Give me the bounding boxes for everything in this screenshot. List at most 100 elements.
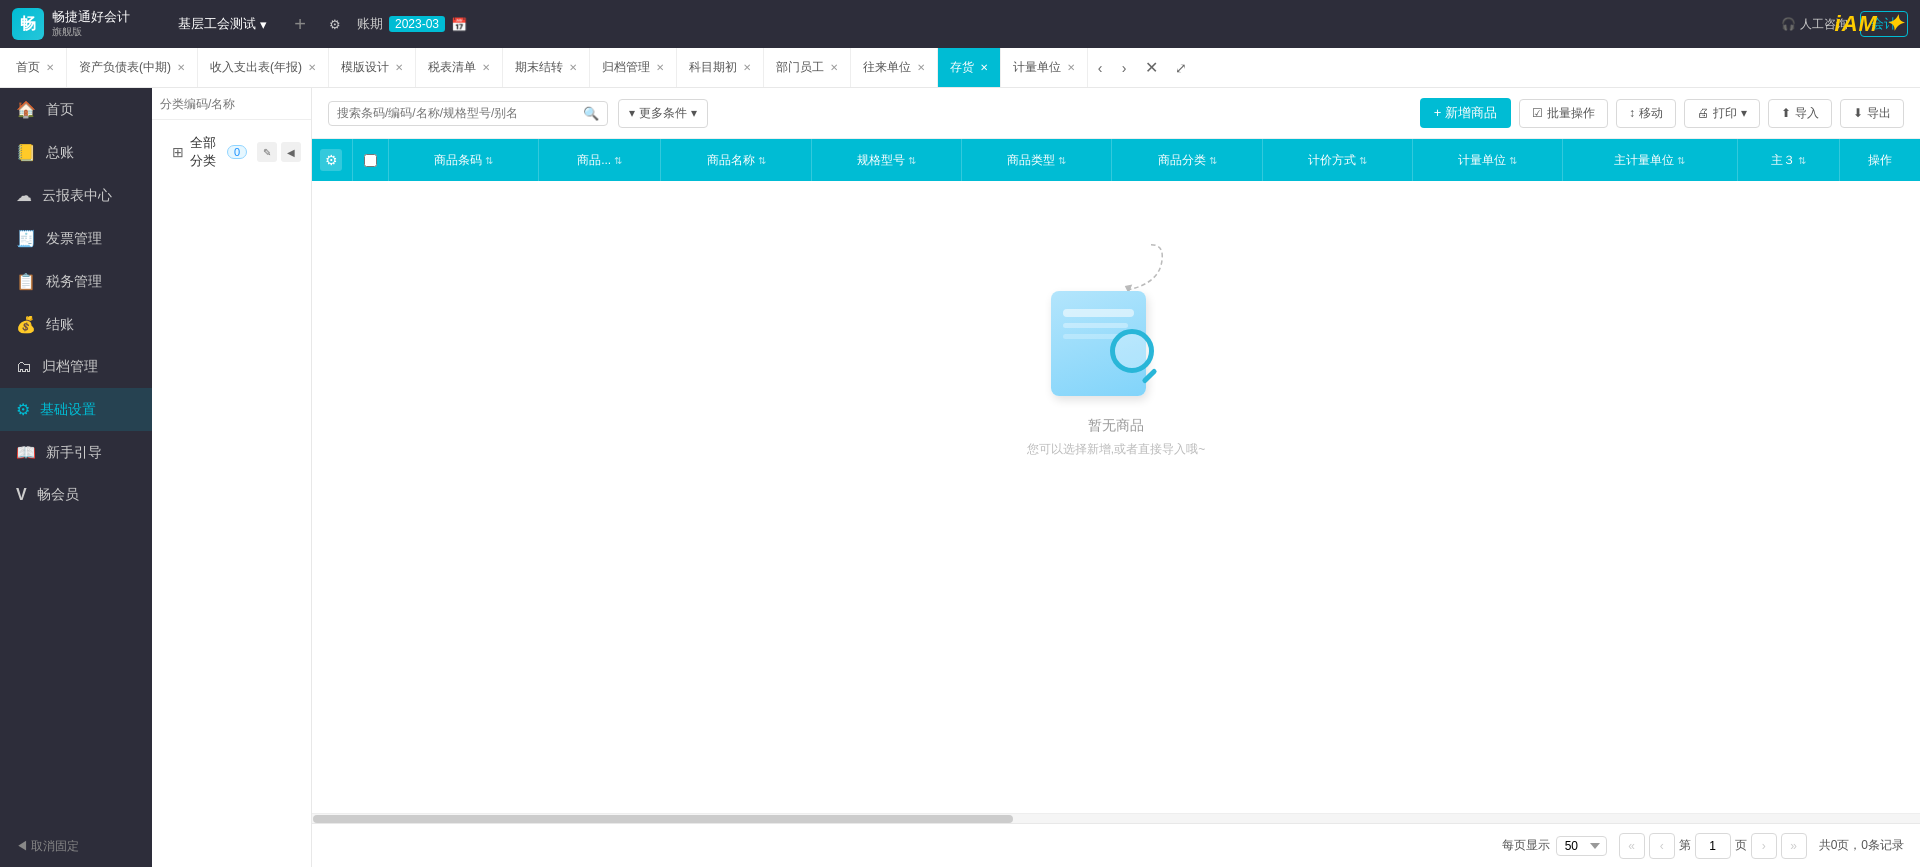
th-name[interactable]: 商品名称 ⇅ <box>661 139 811 181</box>
th-unit[interactable]: 计量单位 ⇅ <box>1413 139 1563 181</box>
tab-close-tax[interactable]: ✕ <box>482 62 490 73</box>
th-code[interactable]: 商品... ⇅ <box>538 139 661 181</box>
header-middle: 基层工会测试 ▾ + ⚙ 账期 2023-03 📅 <box>162 11 1781 37</box>
category-edit-button[interactable]: ✎ <box>257 142 277 162</box>
total-info: 共0页，0条记录 <box>1819 837 1904 854</box>
page-suffix: 页 <box>1735 837 1747 854</box>
table-toolbar: 🔍 ▾ 更多条件 ▾ + 新增商品 ☑ 批量操作 ↕ <box>312 88 1920 139</box>
tab-inventory[interactable]: 存货 ✕ <box>938 48 1001 88</box>
category-actions: ✎ ◀ <box>257 142 301 162</box>
export-button[interactable]: ⬇ 导出 <box>1840 99 1904 128</box>
tab-prev-button[interactable]: ‹ <box>1088 48 1112 88</box>
main-layout: 🏠 首页 📒 总账 ☁ 云报表中心 🧾 发票管理 📋 税务管理 💰 结账 🗂 归… <box>0 88 1920 867</box>
sidebar-item-cloud-reports[interactable]: ☁ 云报表中心 <box>0 174 152 217</box>
select-all-checkbox[interactable] <box>364 154 377 167</box>
tab-close-department[interactable]: ✕ <box>830 62 838 73</box>
member-icon: V <box>16 486 27 504</box>
tab-unit[interactable]: 计量单位 ✕ <box>1001 48 1088 88</box>
table-panel: 🔍 ▾ 更多条件 ▾ + 新增商品 ☑ 批量操作 ↕ <box>312 88 1920 867</box>
column-settings-icon[interactable]: ⚙ <box>320 149 342 171</box>
tab-close-template[interactable]: ✕ <box>395 62 403 73</box>
prev-page-button[interactable]: ‹ <box>1649 833 1675 859</box>
sidebar-item-tax[interactable]: 📋 税务管理 <box>0 260 152 303</box>
sidebar-item-basic-settings[interactable]: ⚙ 基础设置 <box>0 388 152 431</box>
add-product-button[interactable]: + 新增商品 <box>1420 98 1511 128</box>
move-button[interactable]: ↕ 移动 <box>1616 99 1676 128</box>
sidebar-item-settlement[interactable]: 💰 结账 <box>0 303 152 346</box>
more-conditions-button[interactable]: ▾ 更多条件 ▾ <box>618 99 708 128</box>
tab-close-subject[interactable]: ✕ <box>743 62 751 73</box>
batch-operation-button[interactable]: ☑ 批量操作 <box>1519 99 1608 128</box>
print-button[interactable]: 🖨 打印 ▾ <box>1684 99 1760 128</box>
sidebar-item-guide[interactable]: 📖 新手引导 <box>0 431 152 474</box>
per-page-select[interactable]: 10 20 50 100 <box>1556 836 1607 856</box>
per-page-label: 每页显示 <box>1502 837 1550 854</box>
th-pricing[interactable]: 计价方式 ⇅ <box>1262 139 1412 181</box>
move-icon: ↕ <box>1629 106 1635 120</box>
company-selector[interactable]: 基层工会测试 ▾ <box>178 15 267 33</box>
sidebar-item-invoice[interactable]: 🧾 发票管理 <box>0 217 152 260</box>
import-button[interactable]: ⬆ 导入 <box>1768 99 1832 128</box>
tab-income-statement[interactable]: 收入支出表(年报) ✕ <box>198 48 329 88</box>
tab-archive[interactable]: 归档管理 ✕ <box>590 48 677 88</box>
add-tab-button[interactable]: + <box>287 11 313 37</box>
table-wrap: ⚙ 商品条码 ⇅ <box>312 139 1920 813</box>
tab-close-unit[interactable]: ✕ <box>1067 62 1075 73</box>
tab-tax-list[interactable]: 税表清单 ✕ <box>416 48 503 88</box>
sort-spec-icon: ⇅ <box>908 155 916 166</box>
tab-close-archive[interactable]: ✕ <box>656 62 664 73</box>
tab-close-period[interactable]: ✕ <box>569 62 577 73</box>
toolbar-right: + 新增商品 ☑ 批量操作 ↕ 移动 🖨 打印 ▾ <box>1420 98 1904 128</box>
category-all-item[interactable]: ⊞ 全部分类 0 <box>162 128 257 176</box>
category-header: ⊞ 全部分类 0 ✎ ◀ <box>152 120 311 184</box>
category-search-input[interactable] <box>160 97 310 111</box>
sidebar-item-home[interactable]: 🏠 首页 <box>0 88 152 131</box>
th-settings[interactable]: ⚙ <box>312 139 352 181</box>
sidebar-item-ledger[interactable]: 📒 总账 <box>0 131 152 174</box>
horizontal-scrollbar[interactable] <box>312 813 1920 823</box>
sidebar-item-archive[interactable]: 🗂 归档管理 <box>0 346 152 388</box>
tab-period-close[interactable]: 期末结转 ✕ <box>503 48 590 88</box>
th-main-unit[interactable]: 主计量单位 ⇅ <box>1563 139 1737 181</box>
category-collapse-button[interactable]: ◀ <box>281 142 301 162</box>
tab-close-inventory[interactable]: ✕ <box>980 62 988 73</box>
page-label: 第 <box>1679 837 1691 854</box>
settings-button[interactable]: ⚙ <box>329 17 341 32</box>
next-page-button[interactable]: › <box>1751 833 1777 859</box>
sidebar-item-member[interactable]: V 畅会员 <box>0 474 152 516</box>
tab-homepage[interactable]: 首页 ✕ <box>4 48 67 88</box>
tab-expand-button[interactable]: ⤢ <box>1166 48 1196 88</box>
product-search-icon[interactable]: 🔍 <box>583 106 599 121</box>
tab-close-contacts[interactable]: ✕ <box>917 62 925 73</box>
th-type[interactable]: 商品类型 ⇅ <box>962 139 1112 181</box>
product-search-input[interactable] <box>337 106 577 120</box>
empty-state: 暂无商品 您可以选择新增,或者直接导入哦~ <box>312 181 1920 518</box>
app-logo-text: 畅捷通好会计 旗舰版 <box>52 9 130 39</box>
th-barcode[interactable]: 商品条码 ⇅ <box>388 139 538 181</box>
tab-balance-sheet[interactable]: 资产负债表(中期) ✕ <box>67 48 198 88</box>
sidebar: 🏠 首页 📒 总账 ☁ 云报表中心 🧾 发票管理 📋 税务管理 💰 结账 🗂 归… <box>0 88 152 867</box>
tab-close-balance[interactable]: ✕ <box>177 62 185 73</box>
sort-type-icon: ⇅ <box>1058 155 1066 166</box>
first-page-button[interactable]: « <box>1619 833 1645 859</box>
print-dropdown-icon: ▾ <box>1741 106 1747 120</box>
th-category[interactable]: 商品分类 ⇅ <box>1112 139 1262 181</box>
calendar-icon[interactable]: 📅 <box>451 17 467 32</box>
th-spec[interactable]: 规格型号 ⇅ <box>811 139 961 181</box>
tab-next-button[interactable]: › <box>1112 48 1136 88</box>
category-all-label: 全部分类 <box>190 134 221 170</box>
tab-close-income[interactable]: ✕ <box>308 62 316 73</box>
tab-close-homepage[interactable]: ✕ <box>46 62 54 73</box>
grid-icon: ⊞ <box>172 144 184 160</box>
sidebar-unpin-button[interactable]: ◀ 取消固定 <box>0 826 152 867</box>
page-input[interactable] <box>1695 833 1731 859</box>
tab-department[interactable]: 部门员工 ✕ <box>764 48 851 88</box>
tab-template-design[interactable]: 模版设计 ✕ <box>329 48 416 88</box>
tab-close-all-button[interactable]: ✕ <box>1136 48 1166 88</box>
tab-contacts[interactable]: 往来单位 ✕ <box>851 48 938 88</box>
sidebar-label-archive: 归档管理 <box>42 358 98 376</box>
last-page-button[interactable]: » <box>1781 833 1807 859</box>
tab-subject-init[interactable]: 科目期初 ✕ <box>677 48 764 88</box>
dropdown-icon: ▾ <box>260 17 267 32</box>
th-col3[interactable]: 主３ ⇅ <box>1737 139 1840 181</box>
